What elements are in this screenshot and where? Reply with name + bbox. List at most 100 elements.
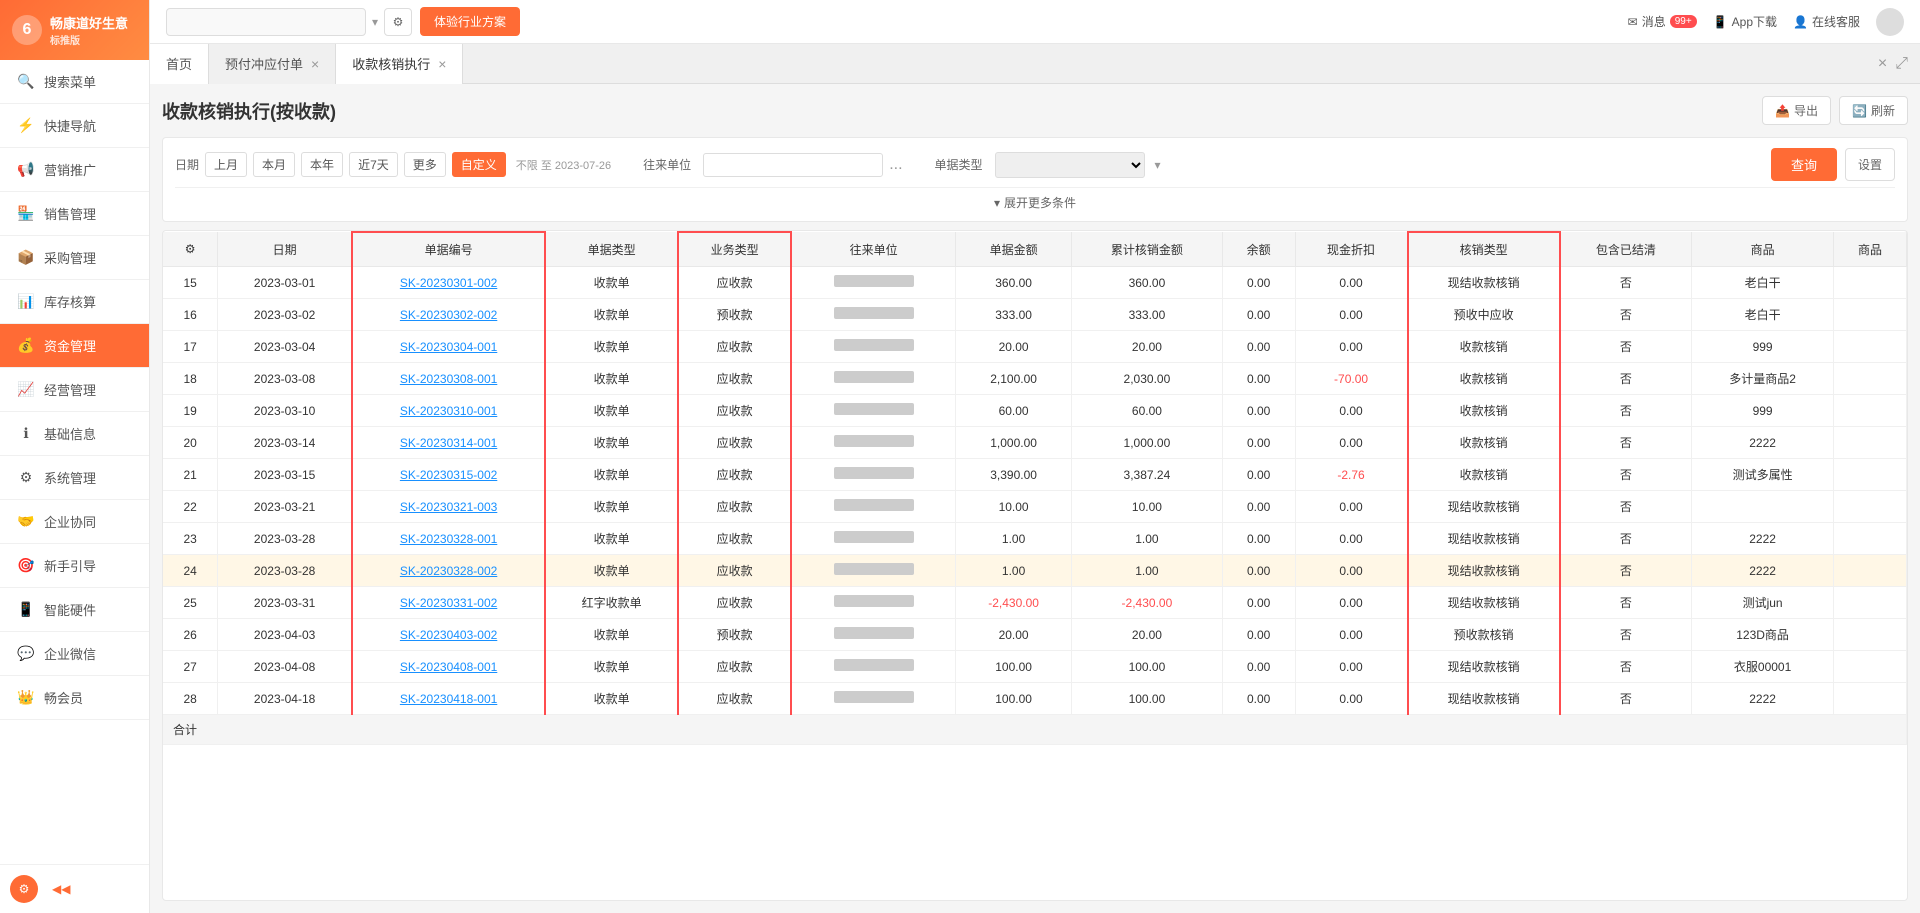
filter-settings-button[interactable]: 设置 [1845,148,1895,181]
sidebar-item-资金管理[interactable]: 💰资金管理 [0,324,149,368]
docno-link-7[interactable]: SK-20230321-003 [400,500,497,514]
tab-0[interactable]: 首页 [150,44,209,84]
sidebar-icon-8: ℹ [16,425,36,442]
docno-link-13[interactable]: SK-20230418-001 [400,692,497,706]
cell-doctype-10: 红字收款单 [545,587,678,619]
sidebar-item-智能硬件[interactable]: 📱智能硬件 [0,588,149,632]
partner-expand-icon[interactable]: ... [889,156,902,174]
cell-settled-3: 否 [1560,363,1692,395]
settings-icon[interactable]: ⚙ [10,875,38,903]
cell-biztype-4: 应收款 [678,395,791,427]
sidebar-item-库存核算[interactable]: 📊库存核算 [0,280,149,324]
cell-amount-4: 60.00 [956,395,1072,427]
sidebar-item-营销推广[interactable]: 📢营销推广 [0,148,149,192]
message-button[interactable]: ✉ 消息 99+ [1628,13,1697,30]
table-row: 22 2023-03-21 SK-20230321-003 收款单 应收款 10… [163,491,1907,523]
docno-link-3[interactable]: SK-20230308-001 [400,372,497,386]
docno-link-4[interactable]: SK-20230310-001 [400,404,497,418]
sidebar-item-经营管理[interactable]: 📈经营管理 [0,368,149,412]
sidebar-collapse-icon[interactable]: ◀◀ [46,876,76,902]
cell-biztype-0: 应收款 [678,267,791,299]
docno-link-8[interactable]: SK-20230328-001 [400,532,497,546]
gear-button[interactable]: ⚙ [384,8,412,36]
sidebar-item-销售管理[interactable]: 🏪销售管理 [0,192,149,236]
sidebar-item-快捷导航[interactable]: ⚡快捷导航 [0,104,149,148]
fullscreen-icon[interactable]: ⤢ [1895,55,1908,73]
date-this-year-btn[interactable]: 本年 [301,152,343,177]
col-partner: 往来单位 [791,232,955,267]
sidebar-item-系统管理[interactable]: ⚙系统管理 [0,456,149,500]
docno-link-0[interactable]: SK-20230301-002 [400,276,497,290]
col-settings[interactable]: ⚙ [163,232,218,267]
tab-close-1[interactable]: × [311,56,319,72]
sidebar-logo: 6 畅康道好生意 标推版 [0,0,149,60]
sidebar-item-畅会员[interactable]: 👑畅会员 [0,676,149,720]
docno-link-10[interactable]: SK-20230331-002 [400,596,497,610]
docno-link-6[interactable]: SK-20230315-002 [400,468,497,482]
docno-link-2[interactable]: SK-20230304-001 [400,340,497,354]
doctype-select[interactable] [995,152,1145,178]
cell-goods2-0 [1834,267,1907,299]
cell-date-1: 2023-03-02 [218,299,352,331]
cell-goods1-5: 2222 [1692,427,1834,459]
partner-input[interactable] [703,153,883,177]
cell-doctype-1: 收款单 [545,299,678,331]
doctype-dropdown-icon[interactable]: ▾ [1155,158,1161,172]
cell-partner-12 [791,651,955,683]
tab-label-0: 首页 [166,54,192,73]
sidebar-item-新手引导[interactable]: 🎯新手引导 [0,544,149,588]
tab-close-2[interactable]: × [438,56,446,72]
docno-link-9[interactable]: SK-20230328-002 [400,564,497,578]
close-tab-icon[interactable]: × [1878,55,1887,73]
date-7days-btn[interactable]: 近7天 [349,152,398,177]
cell-partner-5 [791,427,955,459]
docno-link-11[interactable]: SK-20230403-002 [400,628,497,642]
filter-expand-row[interactable]: ▾ 展开更多条件 [175,187,1895,211]
cell-no-7: 22 [163,491,218,523]
table-scroll[interactable]: ⚙ 日期 单据编号 单据类型 业务类型 往来单位 单据金额 累计核销金额 余额 … [163,231,1907,900]
cell-discount-5: 0.00 [1295,427,1408,459]
sidebar-item-基础信息[interactable]: ℹ基础信息 [0,412,149,456]
sidebar-item-企业微信[interactable]: 💬企业微信 [0,632,149,676]
cell-verified-3: 2,030.00 [1072,363,1223,395]
cell-amount-9: 1.00 [956,555,1072,587]
cell-discount-0: 0.00 [1295,267,1408,299]
cell-goods1-1: 老白干 [1692,299,1834,331]
sidebar-item-企业协同[interactable]: 🤝企业协同 [0,500,149,544]
date-custom-btn[interactable]: 自定义 [452,152,506,177]
sidebar-item-搜索菜单[interactable]: 🔍搜索菜单 [0,60,149,104]
cell-biztype-12: 应收款 [678,651,791,683]
table-row: 24 2023-03-28 SK-20230328-002 收款单 应收款 1.… [163,555,1907,587]
nav-dropdown-icon[interactable]: ▾ [372,15,378,29]
industry-solution-button[interactable]: 体验行业方案 [420,7,520,36]
date-more-btn[interactable]: 更多 [404,152,446,177]
content-area: 收款核销执行(按收款) 📤 导出 🔄 刷新 日期 上月 [150,84,1920,913]
refresh-button[interactable]: 🔄 刷新 [1839,96,1908,125]
user-avatar[interactable] [1876,8,1904,36]
app-download-button[interactable]: 📱 App下载 [1713,13,1777,30]
tabs-actions[interactable]: ×⤢ [1878,55,1920,73]
sidebar-label-11: 新手引导 [44,556,96,575]
cell-vertype-12: 现结收款核销 [1408,651,1560,683]
export-button[interactable]: 📤 导出 [1762,96,1831,125]
cell-amount-7: 10.00 [956,491,1072,523]
query-button[interactable]: 查询 [1771,148,1837,181]
docno-link-1[interactable]: SK-20230302-002 [400,308,497,322]
sidebar: 6 畅康道好生意 标推版 🔍搜索菜单⚡快捷导航📢营销推广🏪销售管理📦采购管理📊库… [0,0,150,913]
tab-2[interactable]: 收款核销执行× [336,44,463,84]
phone-icon: 📱 [1713,15,1728,29]
sidebar-item-采购管理[interactable]: 📦采购管理 [0,236,149,280]
tab-1[interactable]: 预付冲应付单× [209,44,336,84]
sidebar-label-14: 畅会员 [44,688,83,707]
docno-link-12[interactable]: SK-20230408-001 [400,660,497,674]
docno-link-5[interactable]: SK-20230314-001 [400,436,497,450]
cell-settled-6: 否 [1560,459,1692,491]
cell-date-10: 2023-03-31 [218,587,352,619]
date-last-month-btn[interactable]: 上月 [205,152,247,177]
cell-amount-3: 2,100.00 [956,363,1072,395]
nav-search-input[interactable] [166,8,366,36]
page-title: 收款核销执行(按收款) [162,98,336,124]
cell-docno-3: SK-20230308-001 [352,363,545,395]
date-this-month-btn[interactable]: 本月 [253,152,295,177]
online-service-button[interactable]: 👤 在线客服 [1793,13,1860,30]
